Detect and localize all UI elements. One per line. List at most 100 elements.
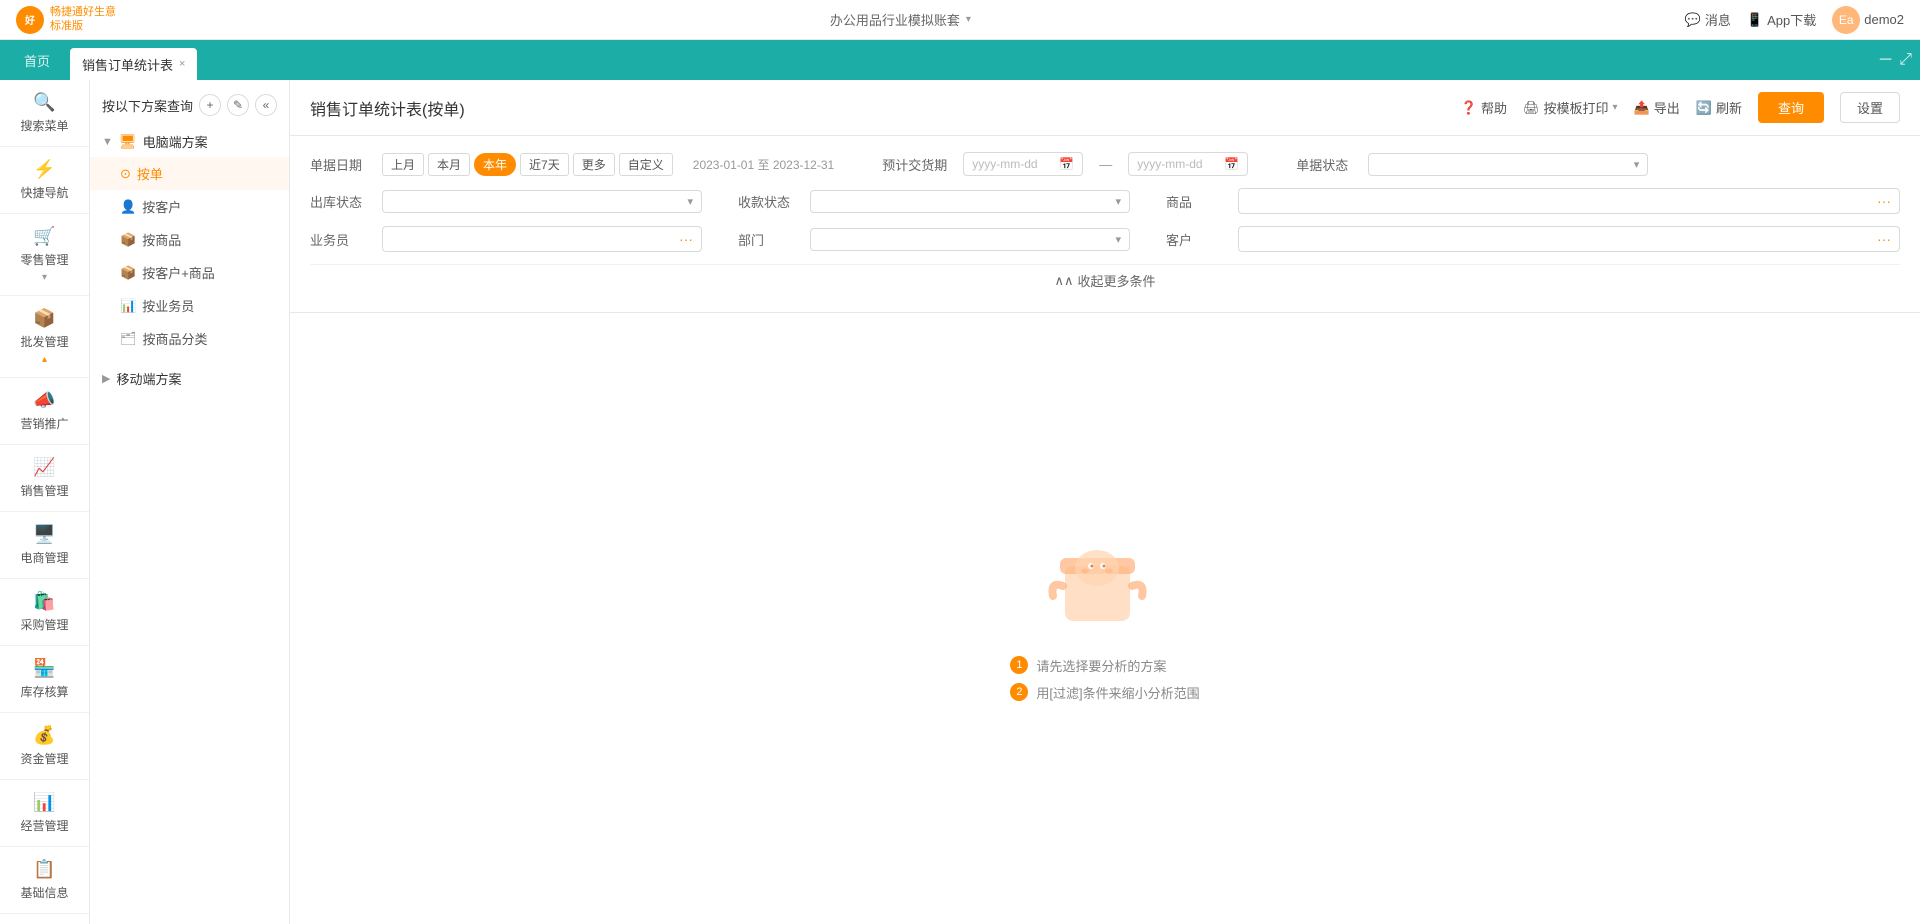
page-header-actions: ❓ 帮助 🖨 按模板打印 ▾ 📤 导出 🔄 刷新 <box>1461 92 1900 135</box>
logo-icon: 好 <box>16 6 44 34</box>
panel-collapse-button[interactable]: « <box>255 94 277 116</box>
date-quick-buttons: 上月 本月 本年 近7天 更多 自定义 <box>382 153 673 176</box>
panel-item-by-customer[interactable]: 👤 按客户 <box>90 190 289 223</box>
product-more-icon[interactable]: ··· <box>1877 193 1891 209</box>
by-customer-product-icon: 📦 <box>120 265 136 281</box>
avatar: Ea <box>1832 6 1860 34</box>
tip-num-2: 2 <box>1010 683 1028 701</box>
sidebar-item-purchase[interactable]: 🛍️ 采购管理 <box>0 579 89 646</box>
logo-text: 畅捷通好生意 标准版 <box>50 6 116 32</box>
expected-delivery-start[interactable]: yyyy-mm-dd 📅 <box>963 152 1083 176</box>
calendar-end-icon: 📅 <box>1224 157 1239 171</box>
filter-row-date: 单据日期 上月 本月 本年 近7天 更多 自定义 2023-01-01 至 20… <box>310 152 1900 176</box>
customer-more-icon[interactable]: ··· <box>1877 231 1891 247</box>
settings-button[interactable]: 设置 <box>1840 92 1900 123</box>
message-button[interactable]: 💬 消息 <box>1685 10 1731 29</box>
panel-item-by-customer-product[interactable]: 📦 按客户+商品 <box>90 256 289 289</box>
workspace-selector[interactable]: 办公用品行业模拟账套 ▾ <box>830 10 971 29</box>
collapse-icon: ∧∧ <box>1054 273 1073 289</box>
export-button[interactable]: 📤 导出 <box>1634 98 1680 117</box>
customer-label: 客户 <box>1166 230 1222 249</box>
sidebar-item-finance[interactable]: 💰 资金管理 <box>0 713 89 780</box>
wholesale-arrow-icon: ▴ <box>42 354 47 365</box>
salesperson-select[interactable]: ··· <box>382 226 702 252</box>
by-category-icon: 🗂 <box>120 331 137 347</box>
empty-svg <box>1045 536 1165 636</box>
panel-section-mobile-header[interactable]: ▶ 移动端方案 <box>90 363 289 394</box>
tab-sales-order-stats[interactable]: 销售订单统计表 × <box>70 48 197 80</box>
by-product-icon: 📦 <box>120 232 136 248</box>
export-icon: 📤 <box>1634 100 1650 116</box>
retail-icon: 🛒 <box>33 226 55 247</box>
template-print-button[interactable]: 🖨 按模板打印 ▾ <box>1523 98 1618 117</box>
panel-item-by-salesperson[interactable]: 📊 按业务员 <box>90 289 289 322</box>
panel-item-by-order[interactable]: ⊙ 按单 <box>90 157 289 190</box>
date-separator: — <box>1099 157 1112 172</box>
salesperson-more-icon[interactable]: ··· <box>679 231 693 247</box>
collection-status-label: 收款状态 <box>738 192 794 211</box>
sidebar-item-inventory[interactable]: 🏪 库存核算 <box>0 646 89 713</box>
sidebar-item-ecommerce[interactable]: 🖥️ 电商管理 <box>0 512 89 579</box>
this-month-btn[interactable]: 本月 <box>428 153 470 176</box>
panel-add-button[interactable]: + <box>199 94 221 116</box>
custom-date-btn[interactable]: 自定义 <box>619 153 673 176</box>
expected-delivery-end[interactable]: yyyy-mm-dd 📅 <box>1128 152 1248 176</box>
sidebar-item-sales[interactable]: 📈 销售管理 <box>0 445 89 512</box>
sidebar-item-quicknav[interactable]: ⚡ 快捷导航 <box>0 147 89 214</box>
query-button[interactable]: 查询 <box>1758 92 1824 123</box>
sidebar-item-operations[interactable]: 📊 经营管理 <box>0 780 89 847</box>
workspace-title: 办公用品行业模拟账套 <box>830 10 960 29</box>
refresh-button[interactable]: 🔄 刷新 <box>1696 98 1742 117</box>
basic-info-icon: 📋 <box>33 859 55 880</box>
help-button[interactable]: ❓ 帮助 <box>1461 98 1507 117</box>
finance-icon: 💰 <box>33 725 55 746</box>
help-icon: ❓ <box>1461 100 1477 116</box>
panel-edit-button[interactable]: ✎ <box>227 94 249 116</box>
department-label: 部门 <box>738 230 794 249</box>
collapse-filters-button[interactable]: ∧∧ 收起更多条件 <box>310 264 1900 296</box>
tab-fullscreen-icon[interactable]: ⤢ <box>1899 51 1912 69</box>
top-bar-left: 好 畅捷通好生意 标准版 <box>16 6 116 34</box>
user-profile[interactable]: Ea demo2 <box>1832 6 1904 34</box>
empty-tip-1: 1 请先选择要分析的方案 <box>1010 656 1199 675</box>
sidebar-item-marketing[interactable]: 📣 营销推广 <box>0 378 89 445</box>
delivery-status-arrow-icon: ▾ <box>687 195 693 208</box>
page-title: 销售订单统计表(按单) <box>310 96 465 132</box>
wholesale-icon: 📦 <box>33 308 55 329</box>
sidebar-item-basic-info[interactable]: 📋 基础信息 <box>0 847 89 914</box>
tab-home[interactable]: 首页 <box>8 40 66 80</box>
tab-close-icon[interactable]: × <box>179 58 185 70</box>
last7days-btn[interactable]: 近7天 <box>520 153 569 176</box>
top-bar: 好 畅捷通好生意 标准版 办公用品行业模拟账套 ▾ 💬 消息 📱 App下载 E… <box>0 0 1920 40</box>
panel-header-actions: + ✎ « <box>199 94 277 116</box>
department-arrow-icon: ▾ <box>1115 233 1121 246</box>
sidebar-item-system[interactable]: ⚙️ 系统管理 <box>0 914 89 924</box>
tab-minimize-icon[interactable]: ─ <box>1880 51 1891 69</box>
status-select[interactable]: ▾ <box>1368 153 1648 176</box>
print-icon: 🖨 <box>1523 100 1540 116</box>
product-select[interactable]: ··· <box>1238 188 1900 214</box>
this-year-btn[interactable]: 本年 <box>474 153 516 176</box>
panel-section-desktop: ▼ 🖥 电脑端方案 ⊙ 按单 👤 按客户 📦 按商品 📦 <box>90 122 289 359</box>
collection-status-select[interactable]: ▾ <box>810 190 1130 213</box>
app-download-button[interactable]: 📱 App下载 <box>1747 10 1816 29</box>
sidebar-item-wholesale[interactable]: 📦 批发管理 ▴ <box>0 296 89 378</box>
panel-section-desktop-header[interactable]: ▼ 🖥 电脑端方案 <box>90 126 289 157</box>
quicknav-icon: ⚡ <box>33 159 55 180</box>
more-date-btn[interactable]: 更多 <box>573 153 615 176</box>
by-customer-icon: 👤 <box>120 199 136 215</box>
panel-item-by-product[interactable]: 📦 按商品 <box>90 223 289 256</box>
download-icon: 📱 <box>1747 12 1763 28</box>
tip-num-1: 1 <box>1010 656 1028 674</box>
panel-item-by-category[interactable]: 🗂 按商品分类 <box>90 322 289 355</box>
full-content: 按以下方案查询 + ✎ « ▼ 🖥 电脑端方案 ⊙ 按单 👤 <box>90 80 1920 924</box>
tab-bar: 首页 销售订单统计表 × ─ ⤢ <box>0 40 1920 80</box>
sidebar-item-retail[interactable]: 🛒 零售管理 ▾ <box>0 214 89 296</box>
desktop-section-icon: 🖥 <box>119 133 137 150</box>
department-select[interactable]: ▾ <box>810 228 1130 251</box>
sidebar-item-search[interactable]: 🔍 搜索菜单 <box>0 80 89 147</box>
customer-select[interactable]: ··· <box>1238 226 1900 252</box>
purchase-icon: 🛍️ <box>33 591 55 612</box>
last-month-btn[interactable]: 上月 <box>382 153 424 176</box>
delivery-status-select[interactable]: ▾ <box>382 190 702 213</box>
